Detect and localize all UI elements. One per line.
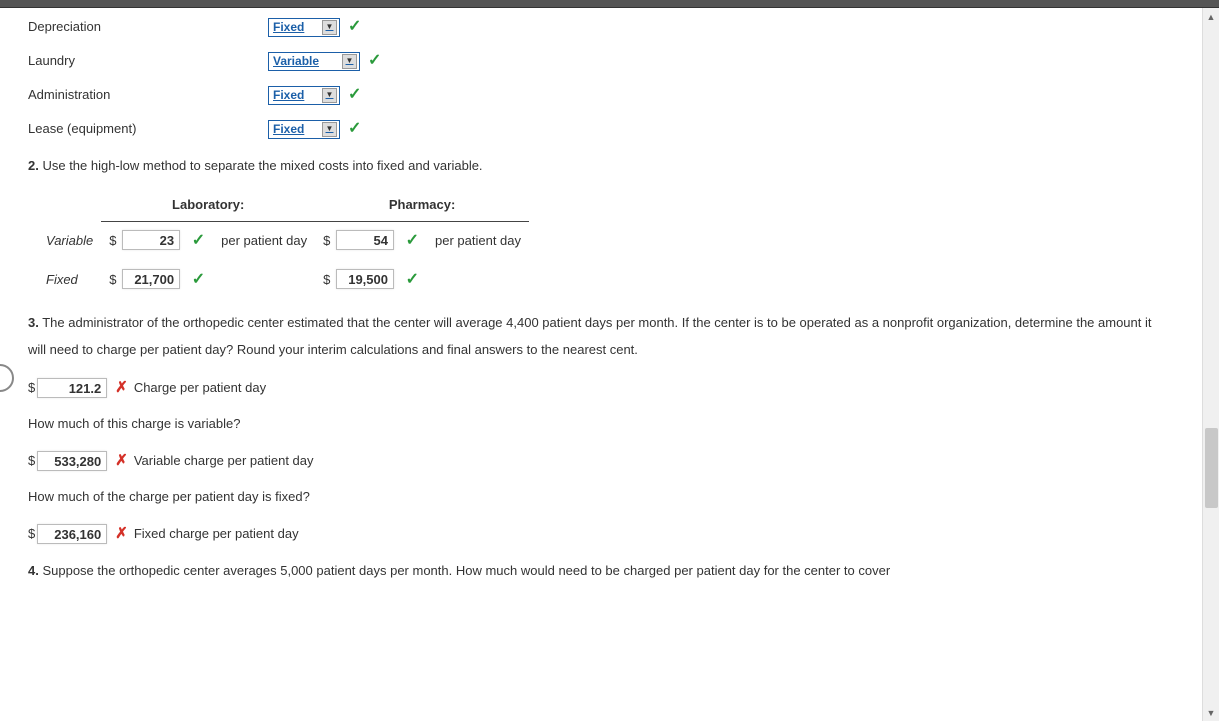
- charge-input[interactable]: 121.2: [37, 378, 107, 398]
- row-variable-label: Variable: [38, 222, 101, 261]
- dollar-sign: $: [28, 449, 35, 474]
- variable-question: How much of this charge is variable?: [28, 412, 1160, 437]
- cost-select-depreciation[interactable]: Fixed ▼: [268, 18, 340, 37]
- check-icon: ✓: [348, 12, 361, 42]
- q2-prefix: 2.: [28, 158, 39, 173]
- fixed-label: Fixed charge per patient day: [134, 522, 299, 547]
- chevron-down-icon: ▼: [322, 122, 337, 137]
- dollar-sign: $: [323, 272, 330, 287]
- cross-icon: ✗: [115, 374, 128, 403]
- window-topbar: [0, 0, 1219, 8]
- variable-input[interactable]: 533,280: [37, 451, 107, 471]
- select-value: Fixed: [273, 118, 304, 141]
- per-day-label: per patient day: [427, 222, 529, 261]
- page-container: Depreciation Fixed ▼ ✓ Laundry Variable …: [0, 8, 1219, 721]
- question-3: 3. The administrator of the orthopedic c…: [28, 309, 1160, 364]
- check-icon: ✓: [348, 80, 361, 110]
- dollar-sign: $: [109, 272, 116, 287]
- question-2: 2. Use the high-low method to separate t…: [28, 154, 1160, 179]
- q2-text: Use the high-low method to separate the …: [42, 158, 482, 173]
- dollar-sign: $: [28, 522, 35, 547]
- check-icon: ✓: [192, 271, 205, 288]
- scroll-thumb[interactable]: [1205, 428, 1218, 508]
- q3-prefix: 3.: [28, 315, 39, 330]
- lab-variable-input[interactable]: 23: [122, 230, 180, 250]
- chevron-down-icon: ▼: [342, 54, 357, 69]
- cost-select-laundry[interactable]: Variable ▼: [268, 52, 360, 71]
- select-value: Fixed: [273, 16, 304, 39]
- vertical-scrollbar[interactable]: ▲ ▼: [1202, 8, 1219, 721]
- select-value: Fixed: [273, 84, 304, 107]
- cost-label: Lease (equipment): [28, 117, 268, 142]
- cost-select-administration[interactable]: Fixed ▼: [268, 86, 340, 105]
- chevron-down-icon: ▼: [322, 20, 337, 35]
- highlow-table: Laboratory: Pharmacy: Variable $ 23 ✓ pe…: [38, 189, 529, 299]
- q4-text: Suppose the orthopedic center averages 5…: [42, 563, 890, 578]
- row-fixed-label: Fixed: [38, 261, 101, 299]
- cost-label: Laundry: [28, 49, 268, 74]
- cross-icon: ✗: [115, 447, 128, 476]
- dollar-sign: $: [28, 376, 35, 401]
- lab-fixed-input[interactable]: 21,700: [122, 269, 180, 289]
- charge-answer: $ 121.2 ✗ Charge per patient day: [28, 374, 1160, 403]
- fixed-input[interactable]: 236,160: [37, 524, 107, 544]
- cost-row-depreciation: Depreciation Fixed ▼ ✓: [28, 12, 1160, 42]
- ph-fixed-input[interactable]: 19,500: [336, 269, 394, 289]
- fixed-question: How much of the charge per patient day i…: [28, 485, 1160, 510]
- scroll-up-button[interactable]: ▲: [1203, 8, 1219, 25]
- select-value: Variable: [273, 50, 319, 73]
- per-day-label: per patient day: [213, 222, 315, 261]
- dollar-sign: $: [323, 233, 330, 248]
- content-area: Depreciation Fixed ▼ ✓ Laundry Variable …: [0, 8, 1180, 597]
- cost-row-lease: Lease (equipment) Fixed ▼ ✓: [28, 114, 1160, 144]
- variable-answer: $ 533,280 ✗ Variable charge per patient …: [28, 447, 1160, 476]
- lab-header: Laboratory:: [101, 189, 315, 222]
- cost-select-lease[interactable]: Fixed ▼: [268, 120, 340, 139]
- variable-label: Variable charge per patient day: [134, 449, 314, 474]
- check-icon: ✓: [406, 271, 419, 288]
- check-icon: ✓: [192, 232, 205, 249]
- cross-icon: ✗: [115, 520, 128, 549]
- chevron-down-icon: ▼: [322, 88, 337, 103]
- check-icon: ✓: [368, 46, 381, 76]
- cost-label: Depreciation: [28, 15, 268, 40]
- cost-label: Administration: [28, 83, 268, 108]
- dollar-sign: $: [109, 233, 116, 248]
- q3-text: The administrator of the orthopedic cent…: [28, 315, 1152, 357]
- fixed-answer: $ 236,160 ✗ Fixed charge per patient day: [28, 520, 1160, 549]
- cost-row-administration: Administration Fixed ▼ ✓: [28, 80, 1160, 110]
- check-icon: ✓: [406, 232, 419, 249]
- ph-variable-input[interactable]: 54: [336, 230, 394, 250]
- cost-row-laundry: Laundry Variable ▼ ✓: [28, 46, 1160, 76]
- q4-prefix: 4.: [28, 563, 39, 578]
- question-4: 4. Suppose the orthopedic center average…: [28, 559, 1160, 584]
- scroll-down-button[interactable]: ▼: [1203, 704, 1219, 721]
- blank-header: [38, 189, 101, 222]
- ph-header: Pharmacy:: [315, 189, 529, 222]
- check-icon: ✓: [348, 114, 361, 144]
- charge-label: Charge per patient day: [134, 376, 266, 401]
